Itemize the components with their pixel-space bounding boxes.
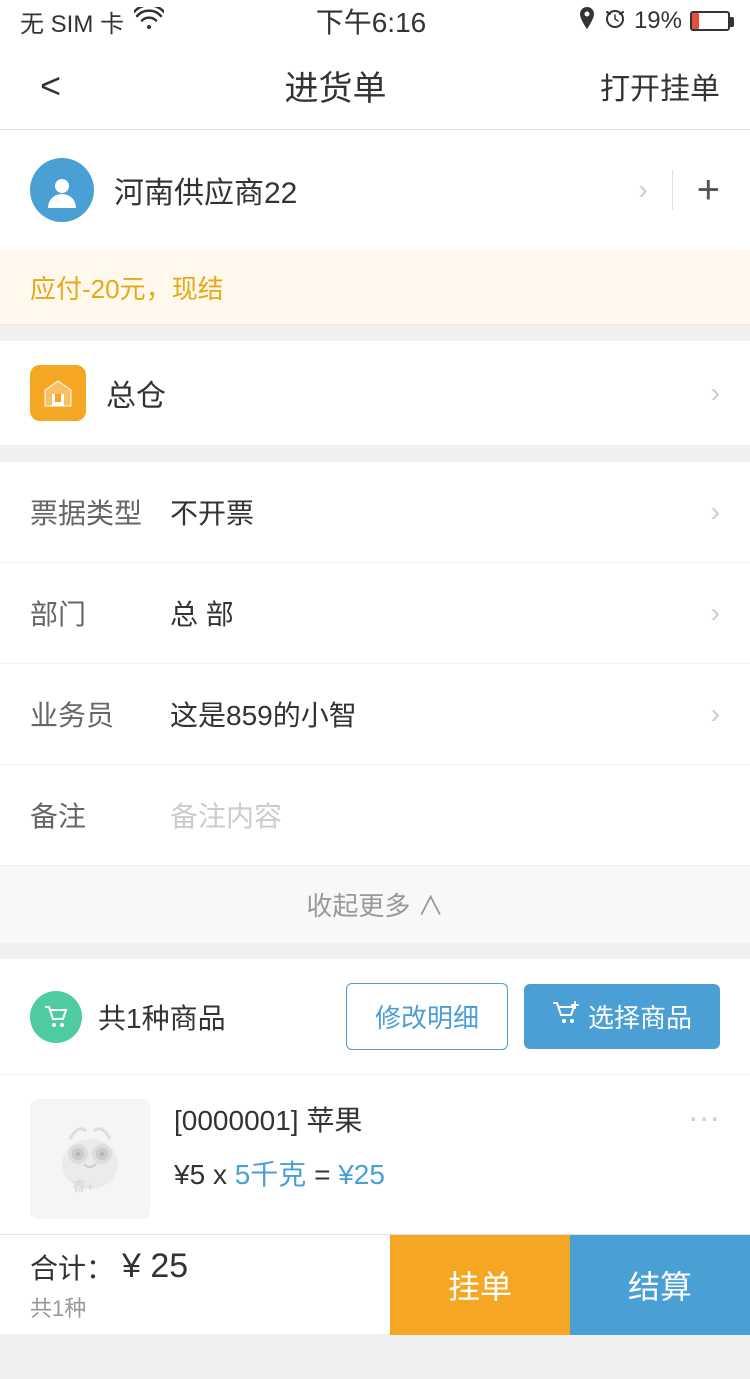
remark-label: 备注 — [30, 795, 170, 835]
checkout-button[interactable]: 结算 — [570, 1235, 750, 1335]
staff-chevron-icon: › — [711, 698, 720, 730]
product-item: 睿+ [0000001] 苹果 ¥5 x 5千克 = ¥25 ··· — [0, 1075, 750, 1243]
product-cart-icon — [30, 991, 82, 1043]
product-total: ¥25 — [338, 1159, 385, 1190]
supplier-notice: 应付-20元，现结 — [0, 251, 750, 325]
alarm-icon — [604, 7, 626, 36]
dept-chevron-icon: › — [711, 597, 720, 629]
status-right: 19% — [578, 7, 730, 36]
open-hang-button[interactable]: 打开挂单 — [600, 64, 720, 108]
battery-percent: 19% — [634, 7, 682, 35]
back-button[interactable]: < — [30, 55, 71, 117]
warehouse-name: 总仓 — [106, 371, 711, 415]
page-title: 进货单 — [285, 61, 387, 110]
battery-icon — [690, 11, 730, 31]
form-section: 票据类型 不开票 › 部门 总 部 › 业务员 这是859的小智 › 备注 备注… — [0, 461, 750, 943]
divider — [672, 170, 673, 210]
battery-fill — [692, 13, 699, 29]
product-quantity: 5千克 — [235, 1159, 307, 1190]
dept-value: 总 部 — [170, 593, 711, 633]
product-more-button[interactable]: ··· — [672, 1099, 720, 1136]
product-price: ¥5 x 5千克 = ¥25 — [174, 1153, 672, 1193]
dept-label: 部门 — [30, 593, 170, 633]
add-icon[interactable]: + — [697, 168, 720, 213]
warehouse-icon — [30, 365, 86, 421]
wifi-icon — [134, 7, 164, 36]
supplier-avatar — [30, 158, 94, 222]
product-header: 共1种商品 修改明细 选择商品 — [0, 959, 750, 1075]
hang-button[interactable]: 挂单 — [390, 1235, 570, 1335]
product-count: 共1种商品 — [98, 997, 346, 1037]
total-main: 合计： ¥ 25 — [30, 1247, 360, 1287]
supplier-name: 河南供应商22 — [114, 168, 638, 212]
dept-row[interactable]: 部门 总 部 › — [0, 562, 750, 663]
select-icon — [552, 1001, 580, 1032]
status-bar: 无 SIM 卡 下午6:16 19% — [0, 0, 750, 42]
invoice-value: 不开票 — [170, 492, 711, 532]
nav-bar: < 进货单 打开挂单 — [0, 42, 750, 130]
warehouse-chevron-icon: › — [711, 377, 720, 409]
product-multiply: x — [213, 1159, 235, 1190]
supplier-chevron-icon: › — [638, 174, 647, 206]
collapse-bar[interactable]: 收起更多 ∧ — [0, 865, 750, 943]
status-left: 无 SIM 卡 — [20, 4, 164, 39]
total-label: 合计： — [30, 1247, 114, 1287]
invoice-label: 票据类型 — [30, 492, 170, 532]
invoice-row[interactable]: 票据类型 不开票 › — [0, 461, 750, 562]
product-info: [0000001] 苹果 ¥5 x 5千克 = ¥25 — [174, 1099, 672, 1193]
remark-row[interactable]: 备注 备注内容 — [0, 764, 750, 865]
edit-detail-button[interactable]: 修改明细 — [346, 983, 508, 1050]
status-time: 下午6:16 — [316, 1, 427, 41]
svg-text:睿+: 睿+ — [72, 1178, 94, 1194]
supplier-row[interactable]: 河南供应商22 › + — [0, 130, 750, 251]
product-thumbnail: 睿+ — [30, 1099, 150, 1219]
main-content: 河南供应商22 › + 应付-20元，现结 总仓 › 票据类型 不开票 › — [0, 130, 750, 1379]
supplier-section: 河南供应商22 › + 应付-20元，现结 — [0, 130, 750, 325]
product-unit-price: ¥5 — [174, 1159, 205, 1190]
product-name: [0000001] 苹果 — [174, 1099, 672, 1139]
bottom-total: 合计： ¥ 25 共1种 — [0, 1247, 390, 1323]
select-product-button[interactable]: 选择商品 — [524, 984, 720, 1049]
remark-placeholder[interactable]: 备注内容 — [170, 795, 720, 835]
staff-value: 这是859的小智 — [170, 694, 711, 734]
location-icon — [578, 7, 596, 36]
warehouse-section[interactable]: 总仓 › — [0, 341, 750, 445]
invoice-chevron-icon: › — [711, 496, 720, 528]
staff-label: 业务员 — [30, 694, 170, 734]
sim-label: 无 SIM 卡 — [20, 4, 124, 39]
total-amount: ¥ 25 — [122, 1247, 188, 1286]
total-sub: 共1种 — [30, 1291, 360, 1323]
staff-row[interactable]: 业务员 这是859的小智 › — [0, 663, 750, 764]
bottom-bar: 合计： ¥ 25 共1种 挂单 结算 — [0, 1234, 750, 1334]
warehouse-row[interactable]: 总仓 › — [0, 341, 750, 445]
product-equals: = — [314, 1159, 338, 1190]
select-product-label: 选择商品 — [588, 998, 692, 1035]
product-section: 共1种商品 修改明细 选择商品 — [0, 959, 750, 1243]
